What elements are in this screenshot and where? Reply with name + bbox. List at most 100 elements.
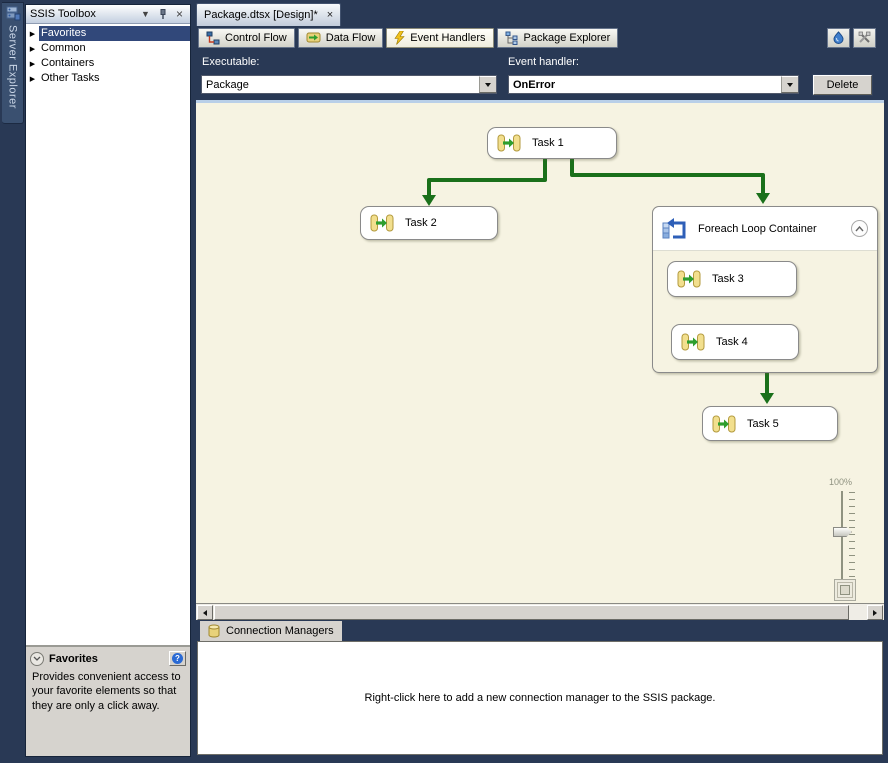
arrowhead-icon	[422, 195, 436, 206]
arrowhead-icon	[756, 193, 770, 204]
connection-managers-tab-label: Connection Managers	[226, 625, 334, 637]
tab-control-flow[interactable]: Control Flow	[198, 28, 295, 48]
executable-label: Executable:	[202, 56, 259, 68]
close-icon[interactable]: ×	[173, 8, 186, 21]
executable-select[interactable]: Package	[201, 75, 497, 94]
task-icon	[681, 333, 705, 351]
tab-data-flow[interactable]: Data Flow	[298, 28, 384, 48]
connection-managers-tab[interactable]: Connection Managers	[200, 621, 342, 641]
surface-top-border	[196, 100, 884, 103]
executable-value: Package	[206, 79, 249, 91]
task-node-task4[interactable]: Task 4	[671, 324, 799, 360]
toolbox-item-common[interactable]: ▶ Common	[26, 41, 190, 56]
toolbox-item-favorites[interactable]: ▶ Favorites	[26, 26, 190, 41]
tab-event-handlers[interactable]: Event Handlers	[386, 28, 493, 48]
zoom-slider-track[interactable]	[841, 491, 843, 589]
variables-icon	[832, 31, 845, 44]
task-node-task1[interactable]: Task 1	[487, 127, 617, 159]
document-area: Package.dtsx [Design]* × Control Flow	[196, 0, 884, 763]
horizontal-scrollbar[interactable]	[196, 603, 884, 620]
fit-to-window-icon	[840, 585, 850, 595]
expander-icon[interactable]: ▶	[26, 45, 39, 53]
task-icon	[712, 415, 736, 433]
ide-window: Server Explorer SSIS Toolbox ▼ × ▶ Favor…	[0, 0, 888, 763]
connection-managers-hint: Right-click here to add a new connection…	[365, 692, 716, 704]
task-node-task2[interactable]: Task 2	[360, 206, 498, 240]
toolbox-item-containers[interactable]: ▶ Containers	[26, 56, 190, 71]
toolbox-toggle-button[interactable]	[853, 28, 876, 48]
event-handlers-icon	[394, 31, 405, 45]
event-handler-select[interactable]: OnError	[508, 75, 799, 94]
task-label: Task 5	[747, 418, 779, 430]
dropdown-arrow-icon[interactable]	[479, 76, 496, 93]
dropdown-arrow-icon[interactable]	[781, 76, 798, 93]
toolbox-item-other-tasks[interactable]: ▶ Other Tasks	[26, 71, 190, 86]
server-explorer-tab[interactable]: Server Explorer	[2, 2, 24, 124]
task-label: Task 3	[712, 273, 744, 285]
zoom-fit-button[interactable]	[834, 579, 856, 601]
tab-label: Package Explorer	[524, 32, 611, 44]
connector-task1-task2[interactable]	[429, 159, 545, 196]
pin-icon[interactable]	[156, 8, 169, 21]
help-icon: ?	[172, 653, 183, 664]
server-explorer-icon	[5, 5, 21, 21]
event-handler-bar: Executable: Event handler: Package OnErr…	[196, 50, 884, 100]
connection-managers-tab-strip: Connection Managers	[196, 621, 884, 641]
connector-task1-container[interactable]	[572, 159, 763, 194]
designer-view-tabs: Control Flow Data Flow Event Handlers	[196, 26, 884, 50]
designer-toolbar-right	[827, 28, 876, 48]
toolbox-item-label: Favorites	[39, 26, 190, 41]
task-label: Task 2	[405, 217, 437, 229]
server-explorer-label: Server Explorer	[7, 25, 19, 109]
toolbox-item-label: Other Tasks	[39, 71, 190, 86]
event-handler-value: OnError	[513, 79, 555, 91]
tab-package-explorer[interactable]: Package Explorer	[497, 28, 619, 48]
foreach-loop-header[interactable]: Foreach Loop Container	[653, 207, 877, 251]
task-node-task5[interactable]: Task 5	[702, 406, 838, 441]
scrollbar-thumb[interactable]	[214, 605, 849, 620]
favorites-description-title: Favorites	[49, 653, 98, 665]
connection-managers-panel[interactable]: Right-click here to add a new connection…	[197, 641, 883, 755]
foreach-loop-icon	[662, 217, 688, 241]
toolbox-tree: ▶ Favorites ▶ Common ▶ Containers ▶ Othe…	[26, 24, 190, 644]
favorites-description-text: Provides convenient access to your favor…	[26, 669, 190, 714]
data-flow-icon	[306, 31, 321, 44]
connection-manager-icon	[208, 624, 220, 638]
collapse-button[interactable]	[851, 220, 868, 237]
toolbox-title: SSIS Toolbox	[30, 8, 135, 20]
variables-button[interactable]	[827, 28, 850, 48]
document-tab-strip: Package.dtsx [Design]* ×	[196, 0, 884, 26]
window-position-icon[interactable]: ▼	[139, 8, 152, 21]
scroll-right-button[interactable]	[867, 605, 883, 620]
control-flow-icon	[206, 31, 220, 45]
expander-icon[interactable]: ▶	[26, 60, 39, 68]
task-icon	[677, 270, 701, 288]
tab-label: Control Flow	[225, 32, 287, 44]
task-label: Task 1	[532, 137, 564, 149]
tab-label: Event Handlers	[410, 32, 485, 44]
design-surface[interactable]: Task 1 Task 2	[196, 100, 884, 603]
zoom-level-label: 100%	[829, 477, 852, 487]
container-label: Foreach Loop Container	[698, 223, 817, 235]
package-explorer-icon	[505, 31, 519, 45]
task-node-task3[interactable]: Task 3	[667, 261, 797, 297]
toolbox-titlebar: SSIS Toolbox ▼ ×	[26, 5, 190, 24]
arrow-left-icon	[203, 610, 207, 616]
tab-label: Data Flow	[326, 32, 376, 44]
scroll-left-button[interactable]	[197, 605, 213, 620]
close-icon[interactable]: ×	[327, 10, 333, 21]
arrow-right-icon	[873, 610, 877, 616]
left-dock-rail: Server Explorer	[0, 0, 25, 763]
document-tab-package-dtsx[interactable]: Package.dtsx [Design]* ×	[196, 3, 341, 26]
tools-icon	[858, 31, 871, 44]
document-tab-label: Package.dtsx [Design]*	[204, 9, 318, 21]
foreach-loop-container[interactable]: Foreach Loop Container Ta	[652, 206, 878, 373]
help-button[interactable]: ?	[169, 651, 186, 666]
favorites-description-header: Favorites ?	[26, 647, 190, 669]
arrowhead-icon	[760, 393, 774, 404]
expander-icon[interactable]: ▶	[26, 30, 39, 38]
event-handler-label: Event handler:	[508, 56, 579, 68]
chevron-down-icon[interactable]	[30, 652, 44, 666]
delete-button[interactable]: Delete	[813, 75, 872, 95]
expander-icon[interactable]: ▶	[26, 75, 39, 83]
